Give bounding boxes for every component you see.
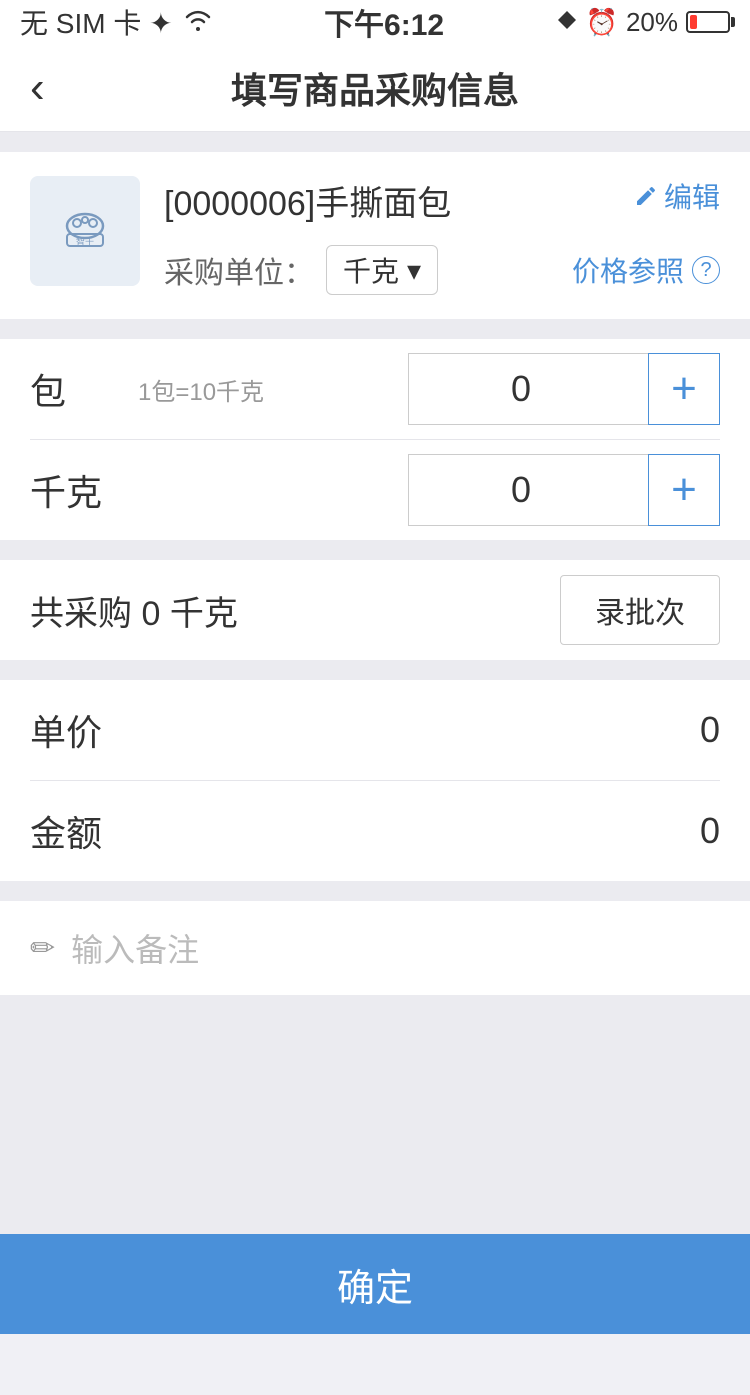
kg-label: 千克 [30, 464, 130, 516]
price-reference-button[interactable]: 价格参照 ? [572, 250, 720, 290]
status-bar: 无 SIM 卡 ✦ 下午6:12 ⏰ 20% [0, 0, 750, 44]
divider-top [0, 132, 750, 152]
confirm-button[interactable]: 确定 [0, 1234, 750, 1334]
unit-price-label: 单价 [30, 704, 102, 756]
page-title: 填写商品采购信息 [231, 62, 519, 114]
wifi-icon [183, 6, 213, 38]
note-area[interactable]: ✏ 输入备注 [0, 901, 750, 995]
amount-label: 金额 [30, 805, 102, 857]
edit-button[interactable]: 编辑 [634, 176, 720, 216]
battery-icon [686, 11, 730, 33]
product-thumbnail: 智十 [30, 176, 140, 286]
divider-mid4 [0, 881, 750, 901]
divider-mid1 [0, 319, 750, 339]
bao-section: 包 1包=10千克 + 千克 + [0, 339, 750, 540]
status-left: 无 SIM 卡 ✦ [20, 2, 213, 42]
price-ref-label: 价格参照 [572, 250, 684, 290]
unit-price-row: 单价 0 [0, 680, 750, 780]
unit-select-dropdown[interactable]: 千克 ▾ [326, 245, 438, 295]
amount-row: 金额 0 [0, 781, 750, 881]
nav-bar: ‹ 填写商品采购信息 [0, 44, 750, 132]
bao-sublabel: 1包=10千克 [138, 372, 264, 407]
unit-value: 千克 [343, 250, 399, 290]
product-info: [0000006]手撕面包 编辑 采购单位： 千克 ▾ [164, 176, 720, 295]
divider-mid2 [0, 540, 750, 560]
bao-plus-button[interactable]: + [648, 353, 720, 425]
status-right: ⏰ 20% [556, 7, 730, 38]
kg-input[interactable] [408, 454, 648, 526]
bao-input-row: 包 1包=10千克 + [0, 339, 750, 439]
product-card: 智十 [0000006]手撕面包 编辑 采购单位： 千克 [0, 152, 750, 319]
unit-price-value: 0 [700, 709, 720, 751]
location-icon [556, 7, 578, 38]
price-section: 单价 0 金额 0 [0, 680, 750, 881]
kg-input-wrapper: + [408, 454, 720, 526]
unit-label-text: 采购单位： [164, 248, 314, 292]
bao-label: 包 [30, 363, 130, 415]
battery-percent: 20% [626, 7, 678, 38]
summary-text: 共采购 0 千克 [30, 586, 238, 635]
amount-value: 0 [700, 810, 720, 852]
divider-mid3 [0, 660, 750, 680]
alarm-icon: ⏰ [586, 7, 618, 38]
status-time: 下午6:12 [324, 0, 444, 44]
product-name: [0000006]手撕面包 [164, 176, 634, 225]
kg-input-row: 千克 + [0, 440, 750, 540]
bao-input-wrapper: + [408, 353, 720, 425]
bao-input[interactable] [408, 353, 648, 425]
dropdown-icon: ▾ [407, 254, 421, 287]
kg-plus-button[interactable]: + [648, 454, 720, 526]
sim-label: 无 SIM 卡 ✦ [20, 2, 173, 42]
batch-button[interactable]: 录批次 [560, 575, 720, 645]
help-icon: ? [692, 256, 720, 284]
back-button[interactable]: ‹ [30, 66, 45, 110]
note-placeholder-text: 输入备注 [71, 925, 199, 971]
svg-text:智十: 智十 [76, 236, 94, 247]
summary-row: 共采购 0 千克 录批次 [0, 560, 750, 660]
pencil-icon: ✏ [30, 931, 55, 966]
